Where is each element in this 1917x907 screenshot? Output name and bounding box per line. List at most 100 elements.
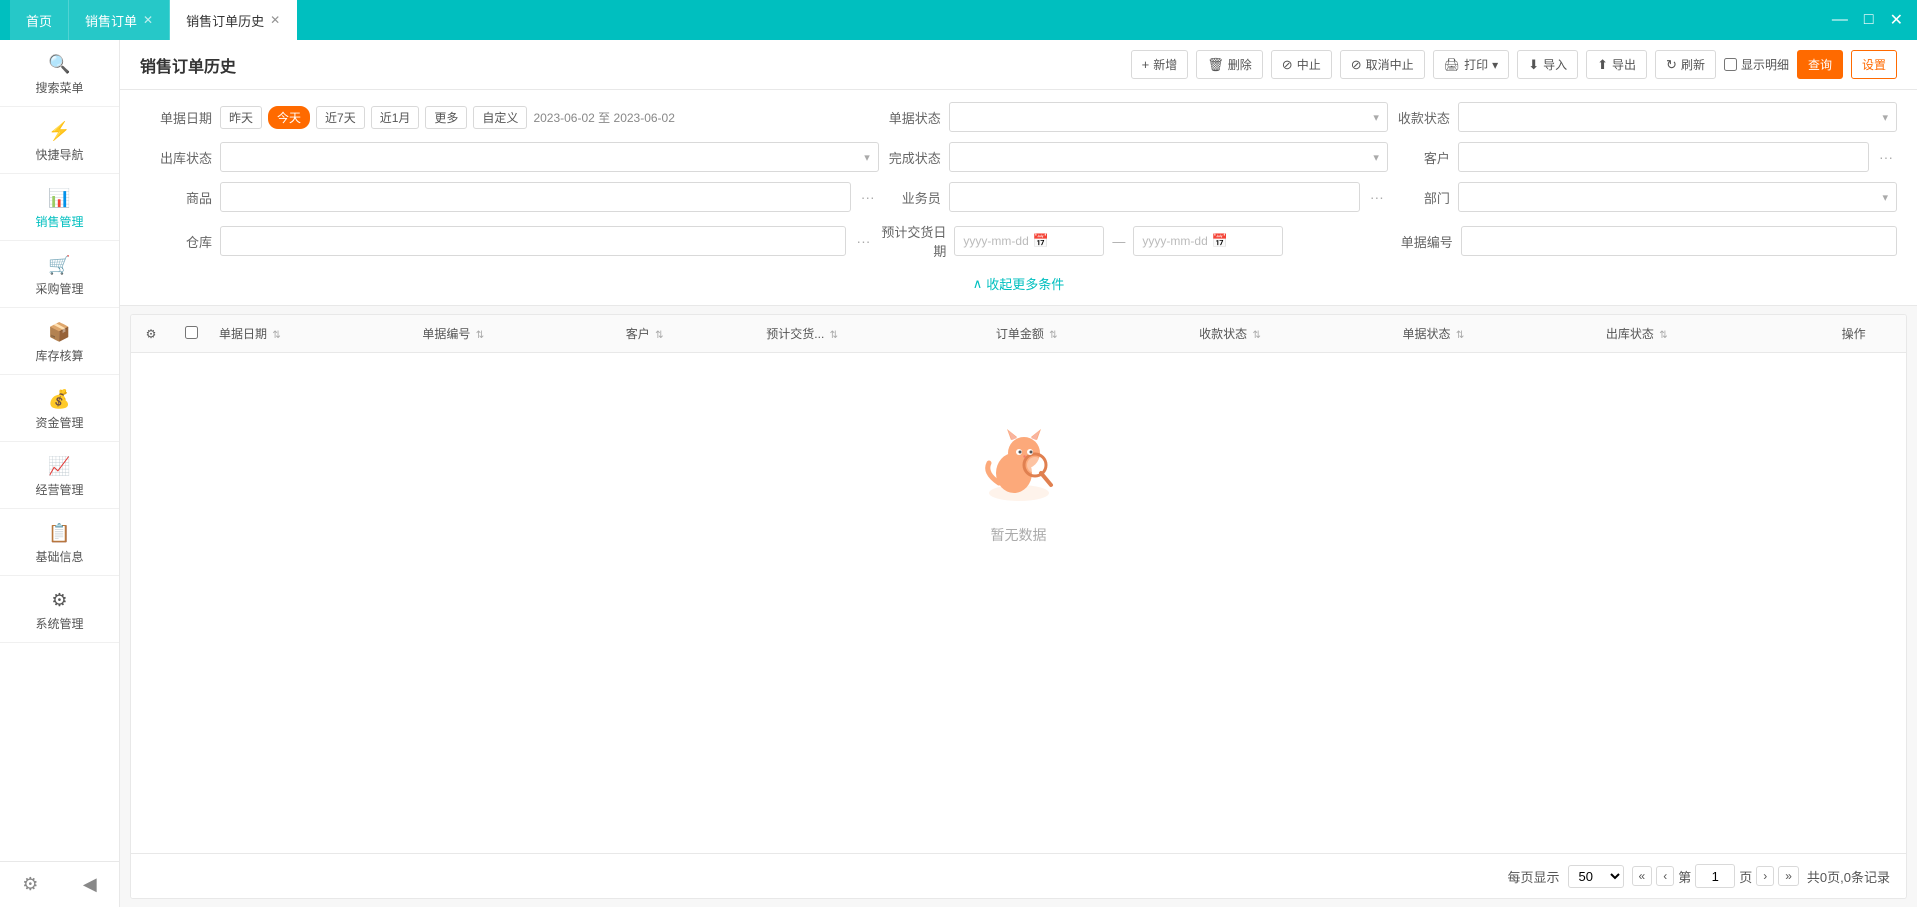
page-input[interactable] bbox=[1695, 864, 1735, 888]
th-payment-status-sort-icon[interactable]: ⇅ bbox=[1253, 330, 1261, 341]
sidebar-item-system[interactable]: ⚙ 系统管理 bbox=[0, 576, 119, 643]
top-bar-controls: — □ ✕ bbox=[1828, 6, 1907, 34]
top-bar: 首页 销售订单 ✕ 销售订单历史 ✕ — □ ✕ bbox=[0, 0, 1917, 40]
salesperson-ellipsis-btn[interactable]: ··· bbox=[1366, 189, 1388, 205]
calendar-start-icon[interactable]: 📅 bbox=[1033, 233, 1049, 249]
refresh-button[interactable]: ↻ 刷新 bbox=[1655, 50, 1716, 79]
export-button[interactable]: ⬆ 导出 bbox=[1586, 50, 1647, 79]
th-bill-no-sort-icon[interactable]: ⇅ bbox=[476, 330, 484, 341]
expected-date-control: yyyy-mm-dd 📅 — yyyy-mm-dd 📅 bbox=[954, 226, 1390, 256]
out-status-select[interactable]: ▾ bbox=[220, 142, 879, 172]
sidebar-collapse-icon[interactable]: ◀ bbox=[79, 870, 101, 899]
minimize-icon[interactable]: — bbox=[1828, 7, 1852, 33]
sidebar-item-operation[interactable]: 📈 经营管理 bbox=[0, 442, 119, 509]
unstop-label: 取消中止 bbox=[1366, 56, 1414, 73]
sidebar-item-basic[interactable]: 📋 基础信息 bbox=[0, 509, 119, 576]
date-btn-7days[interactable]: 近7天 bbox=[316, 106, 365, 129]
sidebar-item-search[interactable]: 🔍 搜索菜单 bbox=[0, 40, 119, 107]
first-page-button[interactable]: « bbox=[1632, 866, 1653, 886]
sidebar-item-purchase[interactable]: 🛒 采购管理 bbox=[0, 241, 119, 308]
sidebar-item-sales[interactable]: 📊 销售管理 bbox=[0, 174, 119, 241]
next-page-button[interactable]: › bbox=[1756, 866, 1774, 886]
bill-status-select[interactable]: ▾ bbox=[949, 102, 1388, 132]
close-icon[interactable]: ✕ bbox=[1886, 6, 1907, 34]
dept-select[interactable]: ▾ bbox=[1458, 182, 1897, 212]
stop-icon: ⊘ bbox=[1282, 57, 1293, 73]
th-expected-date-label: 预计交货... bbox=[766, 327, 824, 341]
last-page-button[interactable]: » bbox=[1778, 866, 1799, 886]
show-detail-checkbox[interactable] bbox=[1724, 58, 1737, 71]
tab-sales-order-label: 销售订单 bbox=[85, 11, 137, 30]
date-btn-more[interactable]: 更多 bbox=[425, 106, 467, 129]
print-button[interactable]: 🖨 打印 ▾ bbox=[1433, 50, 1510, 79]
settings-button[interactable]: 设置 bbox=[1851, 50, 1897, 79]
th-payment-status: 收款状态 ⇅ bbox=[1191, 315, 1394, 353]
th-expected-date-sort-icon[interactable]: ⇅ bbox=[830, 330, 838, 341]
inventory-icon: 📦 bbox=[48, 322, 70, 343]
basic-icon: 📋 bbox=[48, 523, 70, 544]
page-size-select[interactable]: 10 20 50 100 bbox=[1568, 865, 1624, 888]
collapse-up-icon: ∧ bbox=[973, 276, 983, 292]
th-date-sort-icon[interactable]: ⇅ bbox=[272, 330, 280, 341]
th-bill-status-label: 单据状态 bbox=[1403, 327, 1451, 341]
date-btn-custom[interactable]: 自定义 bbox=[473, 106, 527, 129]
collapse-button[interactable]: ∧ 收起更多条件 bbox=[140, 270, 1897, 293]
date-range-display: 2023-06-02 至 2023-06-02 bbox=[533, 109, 674, 126]
new-button[interactable]: + 新增 bbox=[1131, 50, 1189, 79]
customer-input[interactable] bbox=[1458, 142, 1869, 172]
export-icon: ⬆ bbox=[1597, 57, 1608, 73]
refresh-icon: ↻ bbox=[1666, 57, 1677, 73]
print-arrow-icon: ▾ bbox=[1492, 58, 1498, 72]
warehouse-ellipsis-btn[interactable]: ··· bbox=[852, 233, 874, 249]
sidebar-item-operation-label: 经营管理 bbox=[35, 481, 83, 498]
th-operations: 操作 bbox=[1801, 315, 1906, 353]
import-button[interactable]: ⬇ 导入 bbox=[1517, 50, 1578, 79]
th-amount-sort-icon[interactable]: ⇅ bbox=[1049, 330, 1057, 341]
maximize-icon[interactable]: □ bbox=[1860, 7, 1878, 33]
sidebar-item-inventory[interactable]: 📦 库存核算 bbox=[0, 308, 119, 375]
date-btn-today[interactable]: 今天 bbox=[268, 106, 310, 129]
bill-no-input[interactable] bbox=[1461, 226, 1897, 256]
unstop-button[interactable]: ⊘ 取消中止 bbox=[1340, 50, 1425, 79]
payment-status-select[interactable]: ▾ bbox=[1458, 102, 1897, 132]
th-out-status-sort-icon[interactable]: ⇅ bbox=[1659, 330, 1667, 341]
search-button[interactable]: 查询 bbox=[1797, 50, 1843, 79]
tab-home[interactable]: 首页 bbox=[10, 0, 69, 40]
delete-button[interactable]: 🗑 删除 bbox=[1196, 50, 1263, 79]
prev-page-button[interactable]: ‹ bbox=[1656, 866, 1674, 886]
sidebar-item-finance-label: 资金管理 bbox=[35, 414, 83, 431]
th-amount: 订单金额 ⇅ bbox=[988, 315, 1191, 353]
tab-sales-order-history-close[interactable]: ✕ bbox=[270, 13, 280, 27]
show-detail-checkbox-label[interactable]: 显示明细 bbox=[1724, 56, 1789, 73]
sidebar-item-finance[interactable]: 💰 资金管理 bbox=[0, 375, 119, 442]
sidebar-item-quicknav[interactable]: ⚡ 快捷导航 bbox=[0, 107, 119, 174]
warehouse-input[interactable] bbox=[220, 226, 846, 256]
tab-sales-order-history[interactable]: 销售订单历史 ✕ bbox=[170, 0, 297, 40]
goods-input[interactable] bbox=[220, 182, 851, 212]
sidebar-item-purchase-label: 采购管理 bbox=[35, 280, 83, 297]
payment-status-arrow-icon: ▾ bbox=[1882, 111, 1888, 124]
th-bill-status-sort-icon[interactable]: ⇅ bbox=[1456, 330, 1464, 341]
customer-ellipsis-btn[interactable]: ··· bbox=[1875, 149, 1897, 165]
goods-ellipsis-btn[interactable]: ··· bbox=[857, 189, 879, 205]
th-bill-status: 单据状态 ⇅ bbox=[1395, 315, 1598, 353]
table-settings-icon[interactable]: ⚙ bbox=[146, 327, 157, 341]
quicknav-icon: ⚡ bbox=[48, 121, 70, 142]
th-customer-sort-icon[interactable]: ⇅ bbox=[655, 330, 663, 341]
unstop-icon: ⊘ bbox=[1351, 57, 1362, 73]
sidebar-settings-icon[interactable]: ⚙ bbox=[18, 870, 42, 899]
tab-sales-order[interactable]: 销售订单 ✕ bbox=[69, 0, 170, 40]
calendar-end-icon[interactable]: 📅 bbox=[1212, 233, 1228, 249]
empty-state: 暂无数据 bbox=[131, 353, 1906, 605]
tab-sales-order-close[interactable]: ✕ bbox=[143, 13, 153, 27]
stop-button[interactable]: ⊘ 中止 bbox=[1271, 50, 1332, 79]
warehouse-label: 仓库 bbox=[140, 232, 220, 251]
expected-date-end-input[interactable]: yyyy-mm-dd 📅 bbox=[1133, 226, 1283, 256]
date-btn-1month[interactable]: 近1月 bbox=[371, 106, 420, 129]
date-btn-yesterday[interactable]: 昨天 bbox=[220, 106, 262, 129]
select-all-checkbox[interactable] bbox=[185, 326, 198, 339]
filter-row-1: 单据日期 昨天 今天 近7天 近1月 更多 自定义 2023-06-02 至 2… bbox=[140, 102, 1897, 132]
complete-status-select[interactable]: ▾ bbox=[949, 142, 1388, 172]
salesperson-input[interactable] bbox=[949, 182, 1360, 212]
expected-date-start-input[interactable]: yyyy-mm-dd 📅 bbox=[954, 226, 1104, 256]
